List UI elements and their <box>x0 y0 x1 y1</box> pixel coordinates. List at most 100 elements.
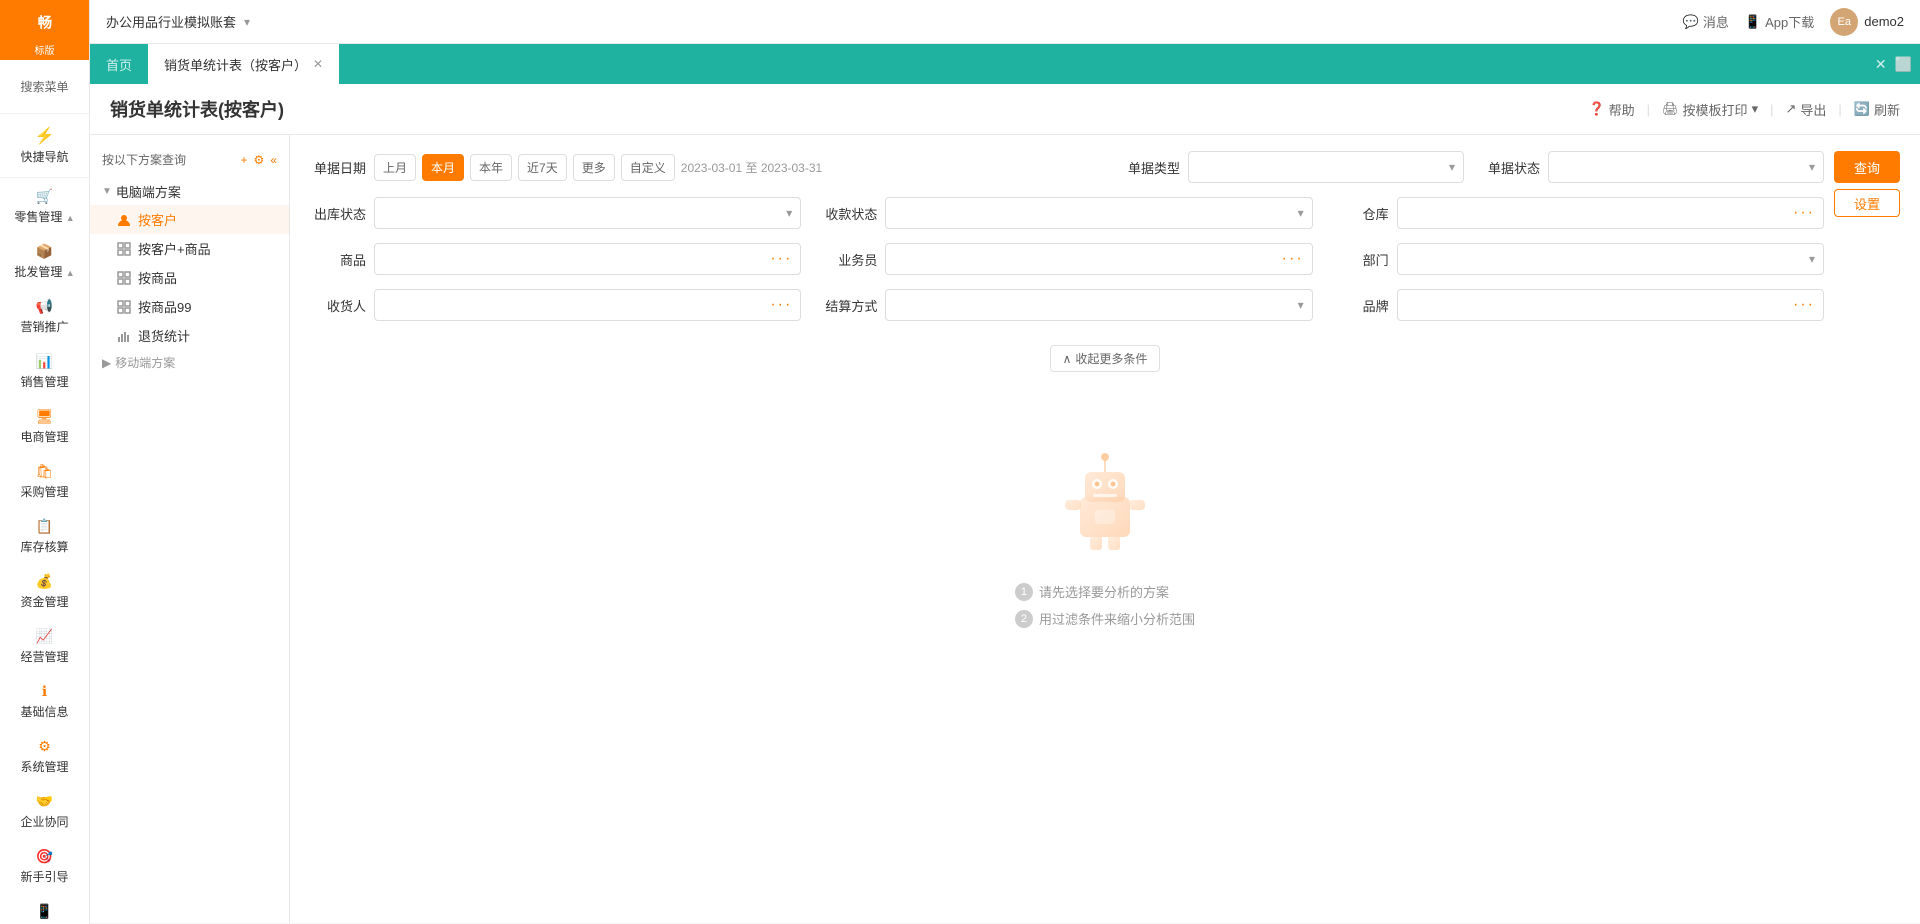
sidebar-item-purchase[interactable]: 🛍 采购管理 <box>0 453 89 508</box>
message-icon: 💬 <box>1683 14 1699 30</box>
sidebar-item-system[interactable]: ⚙ 系统管理 <box>0 728 89 783</box>
sidebar-item-newbie[interactable]: 🎯 新手引导 <box>0 838 89 893</box>
outbound-label: 出库状态 <box>310 204 366 223</box>
filter-settlement: 结算方式 ▾ <box>821 289 1312 321</box>
sidebar-item-inventory-label: 库存核算 <box>20 538 68 555</box>
topbar-title: 办公用品行业模拟账套 <box>106 12 236 31</box>
message-btn[interactable]: 💬 消息 <box>1683 12 1729 31</box>
filter-brand: 品牌 ··· <box>1333 289 1824 321</box>
sidebar-item-quick-nav[interactable]: ⚡ 快捷导航 <box>0 118 89 173</box>
date-btn-this-month[interactable]: 本月 <box>422 154 464 181</box>
newbie-icon: 🎯 <box>35 846 55 866</box>
settings-button[interactable]: 设置 <box>1834 189 1900 217</box>
receiver-dots: ··· <box>770 296 792 314</box>
left-panel-title: 按以下方案查询 <box>102 151 186 168</box>
tab-home[interactable]: 首页 <box>90 44 148 84</box>
date-btn-custom[interactable]: 自定义 <box>621 154 675 181</box>
sidebar-item-enterprise[interactable]: 🤝 企业协同 <box>0 783 89 838</box>
payment-label: 收款状态 <box>821 204 877 223</box>
sidebar-item-app-center[interactable]: 📱 应用中心 <box>0 893 89 924</box>
logo-icon: 畅 <box>27 4 63 40</box>
doc-status-input[interactable]: ▾ <box>1548 151 1824 183</box>
scheme-settings-btn[interactable]: ⚙ <box>254 153 265 167</box>
sidebar-item-finance[interactable]: 💰 资金管理 <box>0 563 89 618</box>
sidebar-item-sales-mgmt[interactable]: 📊 销售管理 <box>0 343 89 398</box>
topbar-dropdown-icon[interactable]: ▾ <box>244 15 250 29</box>
user-section[interactable]: Ea demo2 <box>1830 8 1904 36</box>
system-icon: ⚙ <box>35 736 55 756</box>
sidebar-item-ecommerce[interactable]: 🖥 电商管理 <box>0 398 89 453</box>
collapse-arrow-icon: ∧ <box>1063 352 1072 366</box>
refresh-btn[interactable]: 🔄 刷新 <box>1854 100 1900 119</box>
panel-collapse-btn[interactable]: « <box>270 153 277 167</box>
query-button[interactable]: 查询 <box>1834 151 1900 183</box>
scheme-group-mobile-title[interactable]: ▶ 移动端方案 <box>90 350 289 375</box>
tab-sales-stats-label: 销货单统计表（按客户） <box>164 55 307 74</box>
sidebar-item-wholesale-mgmt[interactable]: 📦 批发管理 ▲ <box>0 233 89 288</box>
department-input[interactable]: ▾ <box>1397 243 1824 275</box>
maximize-icon[interactable]: ⬜ <box>1895 56 1912 73</box>
sidebar-item-basic-info[interactable]: ℹ 基础信息 <box>0 673 89 728</box>
payment-input[interactable]: ▾ <box>885 197 1312 229</box>
doc-type-input[interactable]: ▾ <box>1188 151 1464 183</box>
receiver-input[interactable]: ··· <box>374 289 801 321</box>
tab-home-label: 首页 <box>106 55 132 74</box>
print-icon: 🖨 <box>1662 101 1679 117</box>
settlement-chevron-icon: ▾ <box>1298 298 1304 312</box>
tab-close-icon[interactable]: ✕ <box>313 57 323 71</box>
app-download-btn[interactable]: 📱 App下载 <box>1745 12 1814 31</box>
date-btn-last-month[interactable]: 上月 <box>374 154 416 181</box>
logo-subtitle: 标版 <box>35 42 55 57</box>
brand-dots: ··· <box>1793 296 1815 314</box>
sidebar-item-inventory[interactable]: 📋 库存核算 <box>0 508 89 563</box>
tab-sales-stats[interactable]: 销货单统计表（按客户） ✕ <box>148 44 339 84</box>
filter-section: 单据日期 上月 本月 本年 近7天 更多 自定义 2023-03-01 至 20… <box>310 151 1900 335</box>
date-btn-last-7-days[interactable]: 近7天 <box>518 154 567 181</box>
sidebar-item-marketing[interactable]: 📢 营销推广 <box>0 288 89 343</box>
filter-date: 单据日期 上月 本月 本年 近7天 更多 自定义 2023-03-01 至 20… <box>310 154 1104 181</box>
outbound-input[interactable]: ▾ <box>374 197 801 229</box>
scheme-item-by-goods-99[interactable]: 按商品99 <box>90 292 289 321</box>
help-btn[interactable]: ❓ 帮助 <box>1588 100 1634 119</box>
settlement-input[interactable]: ▾ <box>885 289 1312 321</box>
scheme-item-by-goods-label: 按商品 <box>138 268 177 287</box>
help-icon: ❓ <box>1588 101 1604 117</box>
search-menu-item[interactable]: 搜索菜单 <box>0 70 89 103</box>
sidebar-item-ops[interactable]: 📈 经营管理 <box>0 618 89 673</box>
collapse-more-btn[interactable]: ∧ 收起更多条件 <box>1050 345 1161 372</box>
sidebar-item-marketing-label: 营销推广 <box>20 318 68 335</box>
scheme-item-by-customer[interactable]: 按客户 <box>90 205 289 234</box>
by-customer-icon <box>116 212 132 228</box>
date-btn-more[interactable]: 更多 <box>573 154 615 181</box>
template-print-btn[interactable]: 🖨 按模板打印 ▾ <box>1662 100 1758 119</box>
sidebar-item-retail-mgmt[interactable]: 🛒 零售管理 ▲ <box>0 178 89 233</box>
scheme-group-pc-title[interactable]: ▼ 电脑端方案 <box>90 178 289 205</box>
sidebar-item-newbie-label: 新手引导 <box>20 868 68 885</box>
ops-icon: 📈 <box>35 626 55 646</box>
divider1: | <box>1647 102 1650 117</box>
warehouse-input[interactable]: ··· <box>1397 197 1824 229</box>
app-logo[interactable]: 畅 标版 <box>0 0 90 60</box>
add-scheme-btn[interactable]: + <box>241 153 248 167</box>
retail-icon: 🛒 <box>35 186 55 206</box>
action-buttons: 查询 设置 <box>1834 151 1900 335</box>
message-label: 消息 <box>1703 12 1729 31</box>
scheme-group-pc-label: 电脑端方案 <box>116 182 181 201</box>
search-menu-section: 搜索菜单 <box>0 60 89 114</box>
topbar-left: 办公用品行业模拟账套 ▾ <box>106 12 250 31</box>
export-btn[interactable]: ↗ 导出 <box>1785 100 1826 119</box>
salesperson-input[interactable]: ··· <box>885 243 1312 275</box>
scheme-item-return-stats[interactable]: 退货统计 <box>90 321 289 350</box>
filter-outbound: 出库状态 ▾ <box>310 197 801 229</box>
close-window-icon[interactable]: ✕ <box>1875 56 1887 73</box>
goods-input[interactable]: ··· <box>374 243 801 275</box>
scheme-item-by-goods[interactable]: 按商品 <box>90 263 289 292</box>
main-content: 办公用品行业模拟账套 ▾ 💬 消息 📱 App下载 Ea demo2 首页 <box>90 0 1920 924</box>
scheme-item-by-customer-goods[interactable]: 按客户+商品 <box>90 234 289 263</box>
date-btn-this-year[interactable]: 本年 <box>470 154 512 181</box>
filter-doc-type: 单据类型 ▾ <box>1124 151 1464 183</box>
sidebar-item-retail-label: 零售管理 ▲ <box>14 208 74 225</box>
brand-input[interactable]: ··· <box>1397 289 1824 321</box>
brand-label: 品牌 <box>1333 296 1389 315</box>
topbar: 办公用品行业模拟账套 ▾ 💬 消息 📱 App下载 Ea demo2 <box>90 0 1920 44</box>
